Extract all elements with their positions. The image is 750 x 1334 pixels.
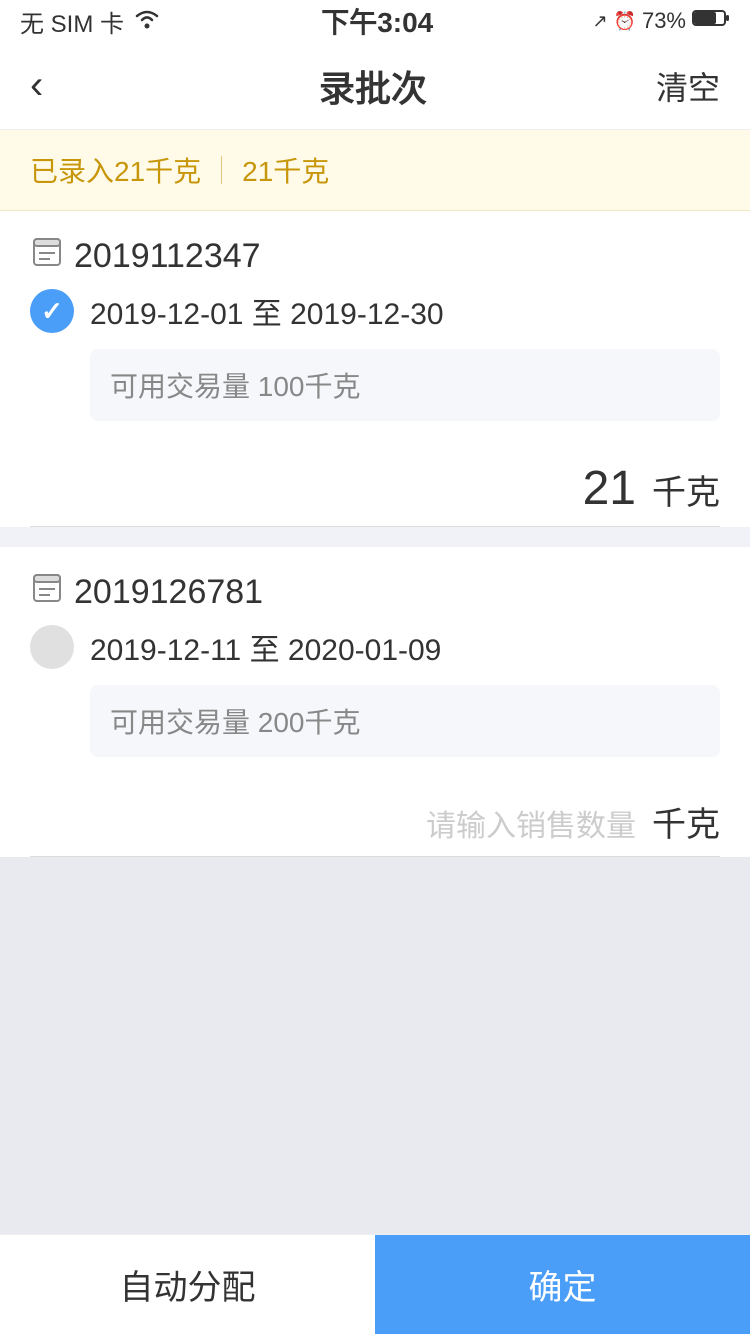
batch2-radio[interactable] bbox=[30, 625, 74, 669]
batch1-icon bbox=[30, 235, 64, 277]
batch1-quantity-row: 21 千克 bbox=[30, 461, 720, 516]
batch2-input-unit: 千克 bbox=[652, 797, 720, 846]
batch2-date: 2019-12-11 至 2020-01-09 bbox=[90, 625, 441, 669]
nav-bar: ‹ 录批次 清空 bbox=[0, 42, 750, 130]
batch1-quantity-container: 21 千克 bbox=[0, 445, 750, 527]
batch2-input-container: 请输入销售数量 千克 bbox=[0, 781, 750, 857]
batch-item-2[interactable]: 2019126781 2019-12-11 至 2020-01-09 可用交易量… bbox=[0, 547, 750, 781]
batch1-quantity-unit: 千克 bbox=[652, 465, 720, 514]
location-icon: ↗ bbox=[592, 11, 607, 32]
batch1-check-icon: ✓ bbox=[41, 296, 63, 327]
status-bar-time: 下午3:04 bbox=[321, 1, 433, 41]
batch2-header: 2019126781 bbox=[30, 571, 720, 613]
batch-item-1[interactable]: 2019112347 ✓ 2019-12-01 至 2019-12-30 可用交… bbox=[0, 211, 750, 445]
batch1-date-row: ✓ 2019-12-01 至 2019-12-30 bbox=[30, 289, 720, 333]
auto-distribute-button[interactable]: 自动分配 bbox=[0, 1235, 375, 1334]
info-banner: 已录入21千克 21千克 bbox=[0, 130, 750, 211]
battery-percent: 73% bbox=[642, 8, 686, 34]
confirm-button[interactable]: 确定 bbox=[375, 1235, 750, 1334]
status-bar-right: ↗ ⏰ 73% bbox=[592, 8, 730, 34]
sim-label: 无 SIM 卡 bbox=[20, 4, 124, 39]
info-divider bbox=[221, 156, 222, 184]
page-title: 录批次 bbox=[319, 60, 427, 112]
back-button[interactable]: ‹ bbox=[30, 63, 90, 108]
auto-distribute-label: 自动分配 bbox=[120, 1260, 256, 1309]
batch2-input-row: 请输入销售数量 千克 bbox=[30, 797, 720, 846]
section-divider bbox=[0, 527, 750, 547]
batch2-date-row: 2019-12-11 至 2020-01-09 bbox=[30, 625, 720, 669]
keyboard-area bbox=[0, 857, 750, 1277]
confirm-label: 确定 bbox=[529, 1260, 597, 1309]
alarm-icon: ⏰ bbox=[614, 11, 636, 32]
batch2-icon bbox=[30, 571, 64, 613]
batch2-id: 2019126781 bbox=[74, 573, 263, 612]
batch1-id: 2019112347 bbox=[74, 237, 261, 276]
batch1-header: 2019112347 bbox=[30, 235, 720, 277]
recorded-label: 已录入21千克 bbox=[30, 150, 201, 190]
bottom-bar: 自动分配 确定 bbox=[0, 1234, 750, 1334]
status-bar: 无 SIM 卡 下午3:04 ↗ ⏰ 73% bbox=[0, 0, 750, 42]
batch1-radio[interactable]: ✓ bbox=[30, 289, 74, 333]
batch2-input-placeholder: 请输入销售数量 bbox=[30, 801, 636, 845]
status-bar-left: 无 SIM 卡 bbox=[20, 4, 162, 39]
batch1-date: 2019-12-01 至 2019-12-30 bbox=[90, 289, 444, 333]
clear-button[interactable]: 清空 bbox=[656, 63, 720, 109]
battery-icon bbox=[692, 8, 730, 34]
wifi-icon bbox=[132, 7, 162, 36]
batch2-available: 可用交易量 200千克 bbox=[90, 685, 720, 757]
batch1-available: 可用交易量 100千克 bbox=[90, 349, 720, 421]
recorded-amount: 21千克 bbox=[242, 150, 329, 190]
batch1-quantity-value: 21 bbox=[583, 461, 636, 516]
